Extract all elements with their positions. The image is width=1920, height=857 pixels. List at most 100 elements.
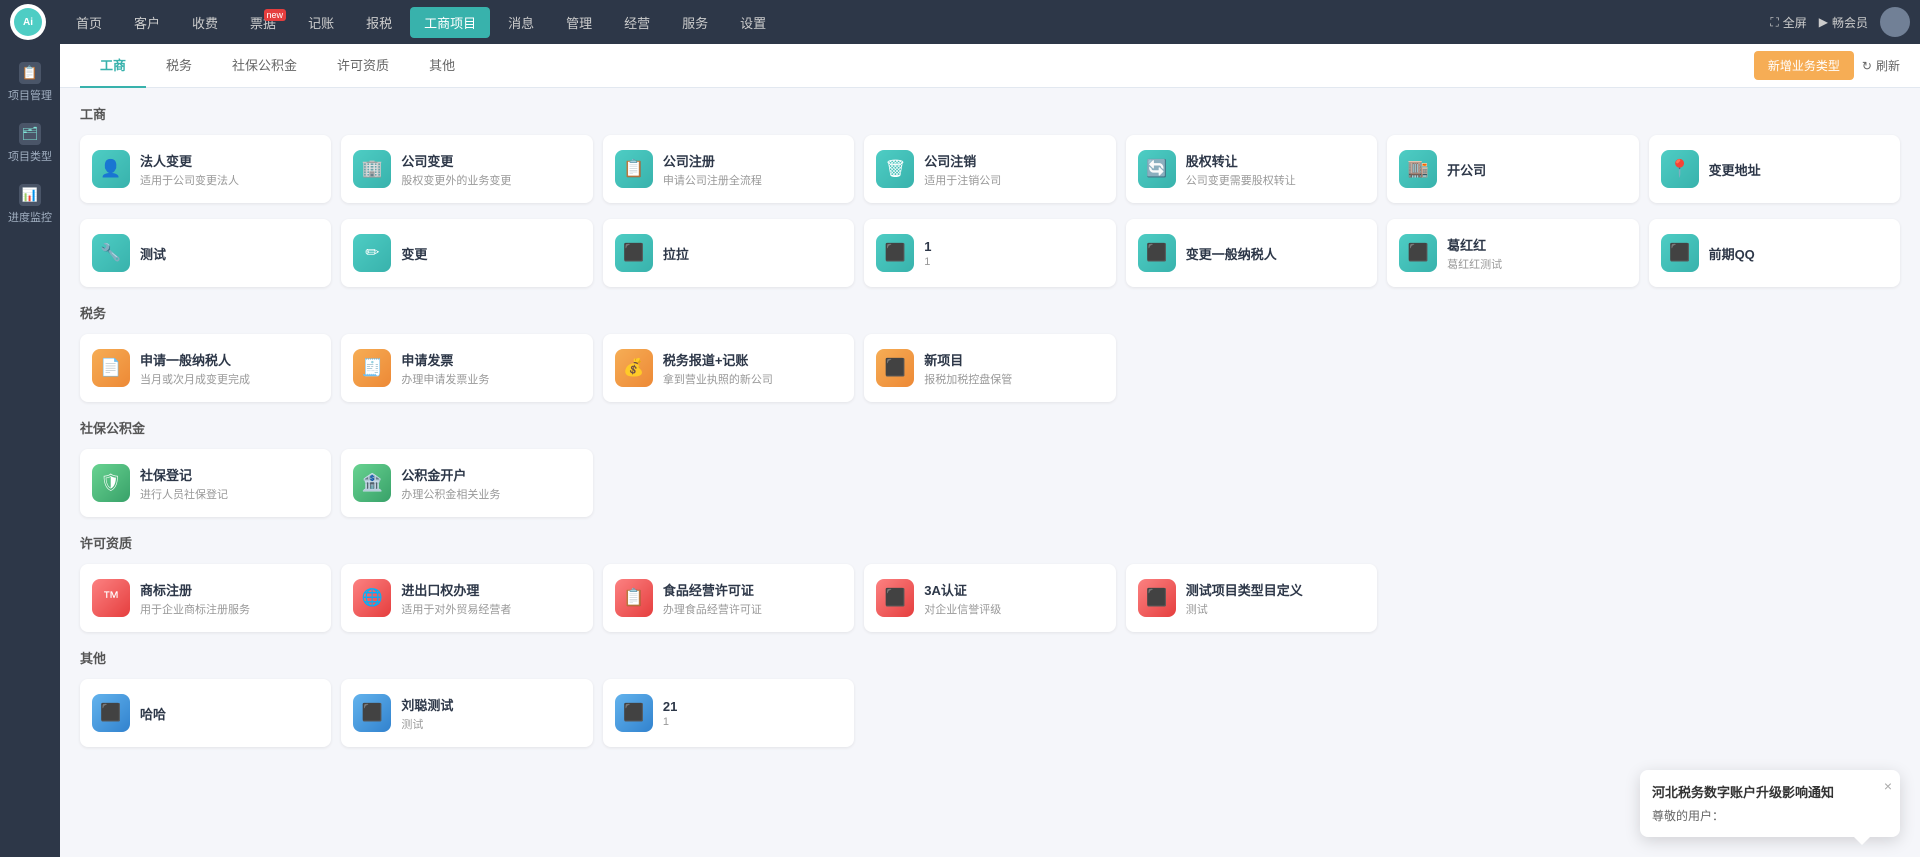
- card-text: 公司变更 股权变更外的业务变更: [401, 151, 580, 188]
- card-公司变更[interactable]: 🏢 公司变更 股权变更外的业务变更: [341, 135, 592, 203]
- tab-工商[interactable]: 工商: [80, 44, 146, 88]
- card-name: 哈哈: [140, 704, 319, 723]
- logo[interactable]: Ai: [10, 4, 46, 40]
- sidebar-item-项目类型[interactable]: 🗂 项目类型: [3, 115, 57, 172]
- card-name: 公积金开户: [401, 465, 580, 484]
- gongshang-cards-row2: 🔧 测试 ✏ 变更 ⬛ 拉拉 ⬛ 1 1 ⬛: [80, 219, 1900, 287]
- refresh-icon: ↻: [1862, 59, 1872, 73]
- member-button[interactable]: ▶ 畅会员: [1819, 14, 1868, 31]
- shuiwu-cards: 📄 申请一般纳税人 当月或次月成变更完成 🧾 申请发票 办理申请发票业务 💰 税…: [80, 334, 1900, 402]
- card-text: 社保登记 进行人员社保登记: [140, 465, 319, 502]
- nav-item-票据[interactable]: 票据new: [236, 7, 290, 38]
- nav-item-报税[interactable]: 报税: [352, 7, 406, 38]
- card-icon: ⬛: [615, 234, 653, 272]
- card-公司注册[interactable]: 📋 公司注册 申请公司注册全流程: [603, 135, 854, 203]
- card-desc: 测试: [1186, 601, 1365, 617]
- refresh-button[interactable]: ↻ 刷新: [1862, 57, 1900, 74]
- card-刘聪测试[interactable]: ⬛ 刘聪测试 测试: [341, 679, 592, 747]
- sidebar-item-进度监控[interactable]: 📊 进度监控: [3, 176, 57, 233]
- nav-item-记账[interactable]: 记账: [294, 7, 348, 38]
- nav-menu: 首页客户收费票据new记账报税工商项目消息管理经营服务设置: [62, 7, 1770, 38]
- sidebar-icon: 📋: [19, 62, 41, 84]
- notification-title: 河北税务数字账户升级影响通知: [1652, 782, 1888, 801]
- card-icon: 🔄: [1138, 150, 1176, 188]
- card-text: 公司注销 适用于注销公司: [924, 151, 1103, 188]
- card-测试[interactable]: 🔧 测试: [80, 219, 331, 287]
- section-title-qita: 其他: [80, 648, 1900, 667]
- nav-item-消息[interactable]: 消息: [494, 7, 548, 38]
- tab-税务[interactable]: 税务: [146, 44, 212, 88]
- card-开公司[interactable]: 🏬 开公司: [1387, 135, 1638, 203]
- sidebar-icon: 📊: [19, 184, 41, 206]
- card-icon: ⬛: [353, 694, 391, 732]
- card-text: 申请一般纳税人 当月或次月成变更完成: [140, 350, 319, 387]
- card-股权转让[interactable]: 🔄 股权转让 公司变更需要股权转让: [1126, 135, 1377, 203]
- card-name: 法人变更: [140, 151, 319, 170]
- card-name: 新项目: [924, 350, 1103, 369]
- card-icon: ⬛: [876, 349, 914, 387]
- card-拉拉[interactable]: ⬛ 拉拉: [603, 219, 854, 287]
- card-变更地址[interactable]: 📍 变更地址: [1649, 135, 1900, 203]
- card-进出口权办理[interactable]: 🌐 进出口权办理 适用于对外贸易经营者: [341, 564, 592, 632]
- notification-close-button[interactable]: ×: [1884, 778, 1892, 794]
- nav-item-工商项目[interactable]: 工商项目: [410, 7, 490, 38]
- card-公司注销[interactable]: 🗑 公司注销 适用于注销公司: [864, 135, 1115, 203]
- card-前期QQ[interactable]: ⬛ 前期QQ: [1649, 219, 1900, 287]
- nav-item-客户[interactable]: 客户: [120, 7, 174, 38]
- card-社保登记[interactable]: 🛡 社保登记 进行人员社保登记: [80, 449, 331, 517]
- card-变更一般纳税人[interactable]: ⬛ 变更一般纳税人: [1126, 219, 1377, 287]
- card-name: 公司注销: [924, 151, 1103, 170]
- card-icon: ⬛: [876, 234, 914, 272]
- nav-item-设置[interactable]: 设置: [726, 7, 780, 38]
- card-新项目[interactable]: ⬛ 新项目 报税加税控盘保管: [864, 334, 1115, 402]
- card-公积金开户[interactable]: 🏦 公积金开户 办理公积金相关业务: [341, 449, 592, 517]
- card-icon: ⬛: [1399, 234, 1437, 272]
- card-icon: 📍: [1661, 150, 1699, 188]
- shebao-cards: 🛡 社保登记 进行人员社保登记 🏦 公积金开户 办理公积金相关业务: [80, 449, 1900, 517]
- card-desc: 办理公积金相关业务: [401, 486, 580, 502]
- card-葛红红[interactable]: ⬛ 葛红红 葛红红测试: [1387, 219, 1638, 287]
- card-哈哈[interactable]: ⬛ 哈哈: [80, 679, 331, 747]
- tab-其他[interactable]: 其他: [409, 44, 475, 88]
- card-21[interactable]: ⬛ 21 1: [603, 679, 854, 747]
- fullscreen-icon: ⛶: [1770, 15, 1778, 30]
- avatar[interactable]: [1880, 7, 1910, 37]
- gongshang-cards-row1: 👤 法人变更 适用于公司变更法人 🏢 公司变更 股权变更外的业务变更 📋 公司注…: [80, 135, 1900, 203]
- card-测试项目类型目定义[interactable]: ⬛ 测试项目类型目定义 测试: [1126, 564, 1377, 632]
- card-icon: ⬛: [92, 694, 130, 732]
- section-title-gongshang: 工商: [80, 104, 1900, 123]
- card-desc: 1: [663, 716, 842, 728]
- card-name: 刘聪测试: [401, 695, 580, 714]
- tab-许可资质[interactable]: 许可资质: [317, 44, 409, 88]
- card-desc: 适用于公司变更法人: [140, 172, 319, 188]
- card-text: 申请发票 办理申请发票业务: [401, 350, 580, 387]
- nav-item-服务[interactable]: 服务: [668, 7, 722, 38]
- card-申请发票[interactable]: 🧾 申请发票 办理申请发票业务: [341, 334, 592, 402]
- card-1[interactable]: ⬛ 1 1: [864, 219, 1115, 287]
- fullscreen-button[interactable]: ⛶ 全屏: [1770, 14, 1806, 31]
- card-税务报道+记账[interactable]: 💰 税务报道+记账 拿到营业执照的新公司: [603, 334, 854, 402]
- card-icon: ✏: [353, 234, 391, 272]
- scroll-content: 工商 👤 法人变更 适用于公司变更法人 🏢 公司变更 股权变更外的业务变更 📋 …: [60, 88, 1920, 857]
- tab-社保公积金[interactable]: 社保公积金: [212, 44, 317, 88]
- card-icon: 🏦: [353, 464, 391, 502]
- nav-item-收费[interactable]: 收费: [178, 7, 232, 38]
- card-name: 税务报道+记账: [663, 350, 842, 369]
- card-法人变更[interactable]: 👤 法人变更 适用于公司变更法人: [80, 135, 331, 203]
- card-商标注册[interactable]: ™ 商标注册 用于企业商标注册服务: [80, 564, 331, 632]
- card-name: 测试项目类型目定义: [1186, 580, 1365, 599]
- card-3A认证[interactable]: ⬛ 3A认证 对企业信誉评级: [864, 564, 1115, 632]
- card-食品经营许可证[interactable]: 📋 食品经营许可证 办理食品经营许可证: [603, 564, 854, 632]
- nav-item-管理[interactable]: 管理: [552, 7, 606, 38]
- card-icon: 🗑: [876, 150, 914, 188]
- new-type-button[interactable]: 新增业务类型: [1754, 51, 1854, 80]
- card-变更[interactable]: ✏ 变更: [341, 219, 592, 287]
- card-text: 刘聪测试 测试: [401, 695, 580, 732]
- member-icon: ▶: [1819, 15, 1828, 29]
- sidebar-item-项目管理[interactable]: 📋 项目管理: [3, 54, 57, 111]
- card-申请一般纳税人[interactable]: 📄 申请一般纳税人 当月或次月成变更完成: [80, 334, 331, 402]
- nav-item-经营[interactable]: 经营: [610, 7, 664, 38]
- card-icon: 👤: [92, 150, 130, 188]
- member-label: 畅会员: [1832, 14, 1868, 31]
- nav-item-首页[interactable]: 首页: [62, 7, 116, 38]
